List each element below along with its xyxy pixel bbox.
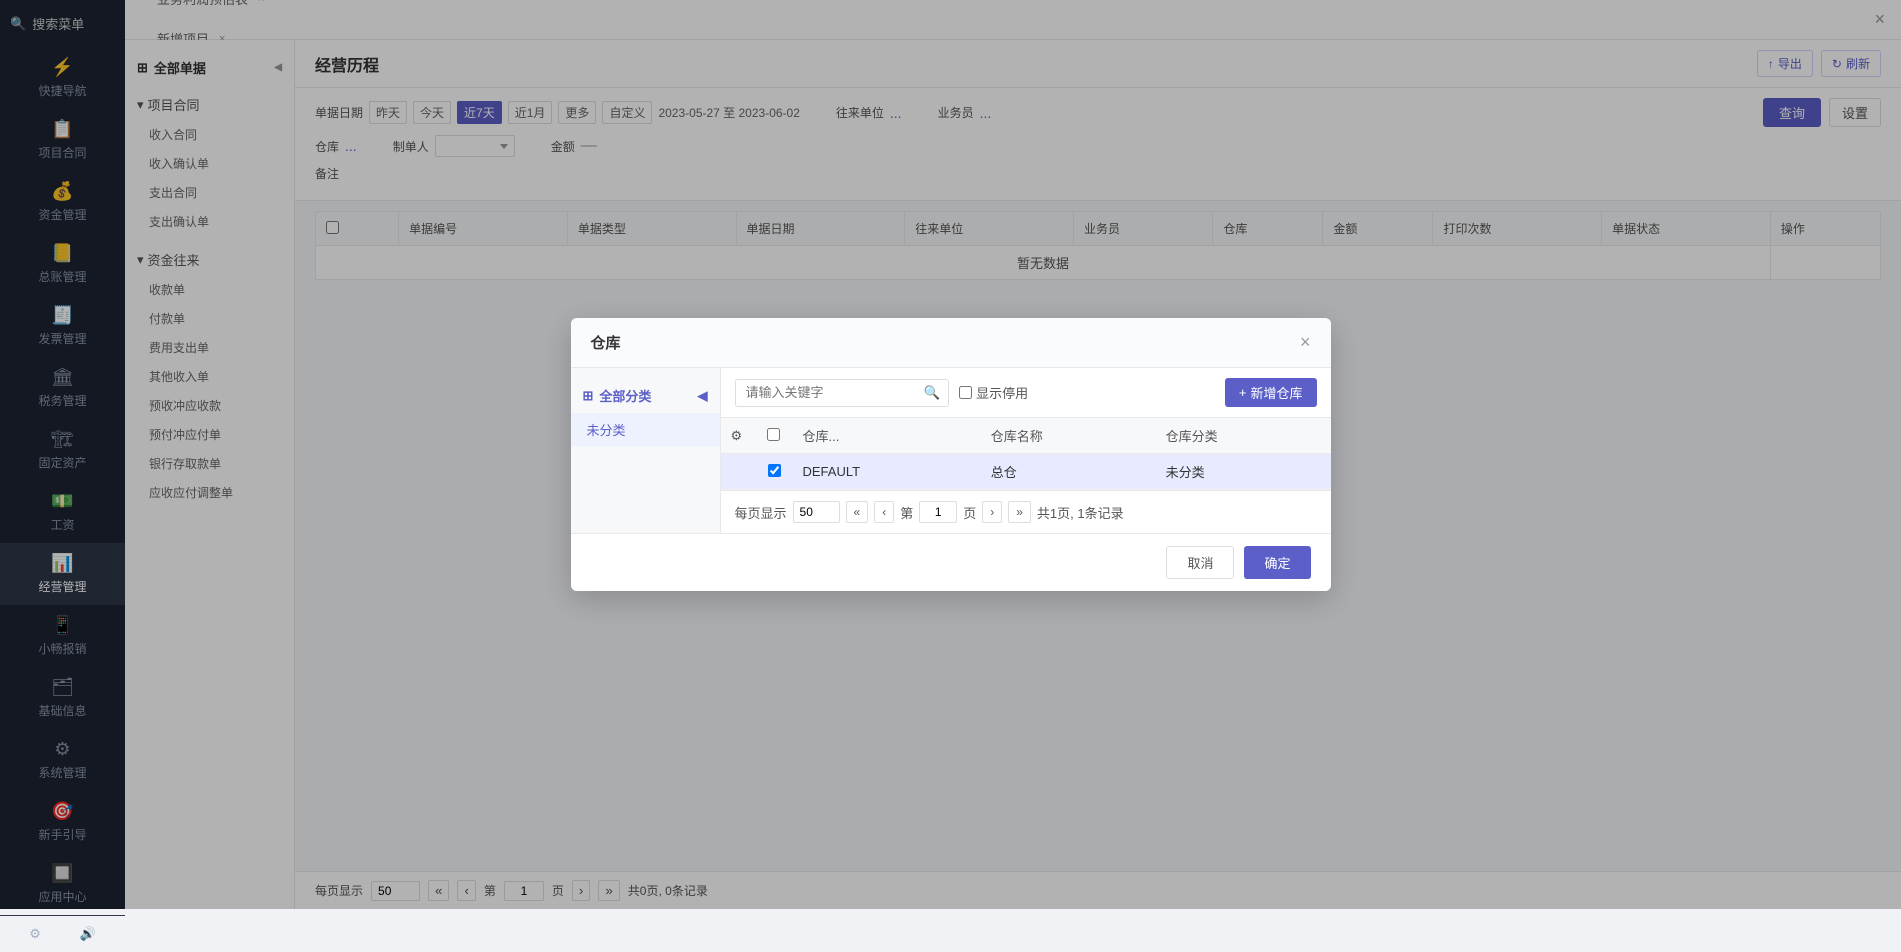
- add-warehouse-label: 新增仓库: [1250, 383, 1302, 402]
- show-disabled-label: 显示停用: [976, 383, 1028, 402]
- modal-all-categories[interactable]: ⊞ 全部分类 ◀: [571, 378, 720, 413]
- modal-footer: 取消 确定: [571, 533, 1331, 591]
- col-setting: ⚙: [721, 418, 757, 454]
- show-disabled-checkbox[interactable]: [959, 386, 972, 399]
- modal-close-btn[interactable]: ×: [1300, 332, 1311, 353]
- col-name-header: 仓库名称: [981, 418, 1156, 454]
- row-code: DEFAULT: [793, 454, 981, 490]
- collapse-left-icon[interactable]: ◀: [698, 388, 708, 404]
- modal-page-label: 第: [900, 503, 913, 522]
- plus-icon: +: [1239, 385, 1247, 400]
- row-setting: [721, 454, 757, 490]
- modal-search-input[interactable]: [736, 380, 916, 405]
- modal-page-unit: 页: [963, 503, 976, 522]
- modal-left-panel: ⊞ 全部分类 ◀ 未分类: [571, 368, 721, 533]
- modal-table-header-row: ⚙ 仓库... 仓库名称 仓库分类: [721, 418, 1331, 454]
- modal-next-page[interactable]: ›: [982, 501, 1002, 523]
- warehouse-modal: 仓库 × ⊞ 全部分类 ◀ 未分类 🔍: [571, 318, 1331, 591]
- modal-table-body: DEFAULT 总仓 未分类: [721, 454, 1331, 490]
- modal-title: 仓库: [591, 332, 621, 353]
- row-check: [757, 454, 793, 490]
- volume-icon[interactable]: 🔊: [80, 926, 96, 942]
- modal-toolbar: 🔍 显示停用 + 新增仓库: [721, 368, 1331, 418]
- all-categories-label: 全部分类: [599, 386, 651, 405]
- modal-warehouse-table: ⚙ 仓库... 仓库名称 仓库分类 DEFAULT 总仓 未分类: [721, 418, 1331, 490]
- modal-confirm-button[interactable]: 确定: [1244, 546, 1310, 579]
- select-all-checkbox[interactable]: [767, 428, 780, 441]
- settings-icon[interactable]: ⚙: [29, 926, 41, 942]
- show-disabled-checkbox-label[interactable]: 显示停用: [959, 383, 1028, 402]
- sidebar-bottom: ⚙ 🔊: [0, 915, 125, 952]
- modal-page-input[interactable]: [919, 501, 957, 523]
- category-unclassified[interactable]: 未分类: [571, 413, 720, 446]
- modal-header: 仓库 ×: [571, 318, 1331, 368]
- modal-search-box: 🔍: [735, 379, 950, 407]
- modal-right-panel: 🔍 显示停用 + 新增仓库: [721, 368, 1331, 533]
- grid-small-icon: ⊞: [583, 388, 594, 404]
- modal-cancel-button[interactable]: 取消: [1166, 546, 1234, 579]
- col-category-header: 仓库分类: [1156, 418, 1331, 454]
- modal-body: ⊞ 全部分类 ◀ 未分类 🔍 显示停用: [571, 368, 1331, 533]
- modal-overlay: 仓库 × ⊞ 全部分类 ◀ 未分类 🔍: [0, 0, 1901, 909]
- row-category: 未分类: [1156, 454, 1331, 490]
- col-check: [757, 418, 793, 454]
- modal-last-page[interactable]: »: [1008, 501, 1031, 523]
- modal-search-button[interactable]: 🔍: [916, 380, 949, 406]
- modal-table-wrap: ⚙ 仓库... 仓库名称 仓库分类 DEFAULT 总仓 未分类: [721, 418, 1331, 490]
- add-warehouse-button[interactable]: + 新增仓库: [1225, 378, 1317, 407]
- modal-prev-page[interactable]: ‹: [874, 501, 894, 523]
- modal-page-size-label: 每页显示: [735, 503, 787, 522]
- col-code-header: 仓库...: [793, 418, 981, 454]
- modal-first-page[interactable]: «: [846, 501, 869, 523]
- row-name: 总仓: [981, 454, 1156, 490]
- modal-total-label: 共1页, 1条记录: [1037, 503, 1124, 522]
- modal-page-size-select[interactable]: 50 100: [793, 501, 840, 523]
- modal-table-row[interactable]: DEFAULT 总仓 未分类: [721, 454, 1331, 490]
- row-checkbox[interactable]: [768, 464, 781, 477]
- modal-pagination: 每页显示 50 100 « ‹ 第 页 › » 共1页, 1条记录: [721, 490, 1331, 533]
